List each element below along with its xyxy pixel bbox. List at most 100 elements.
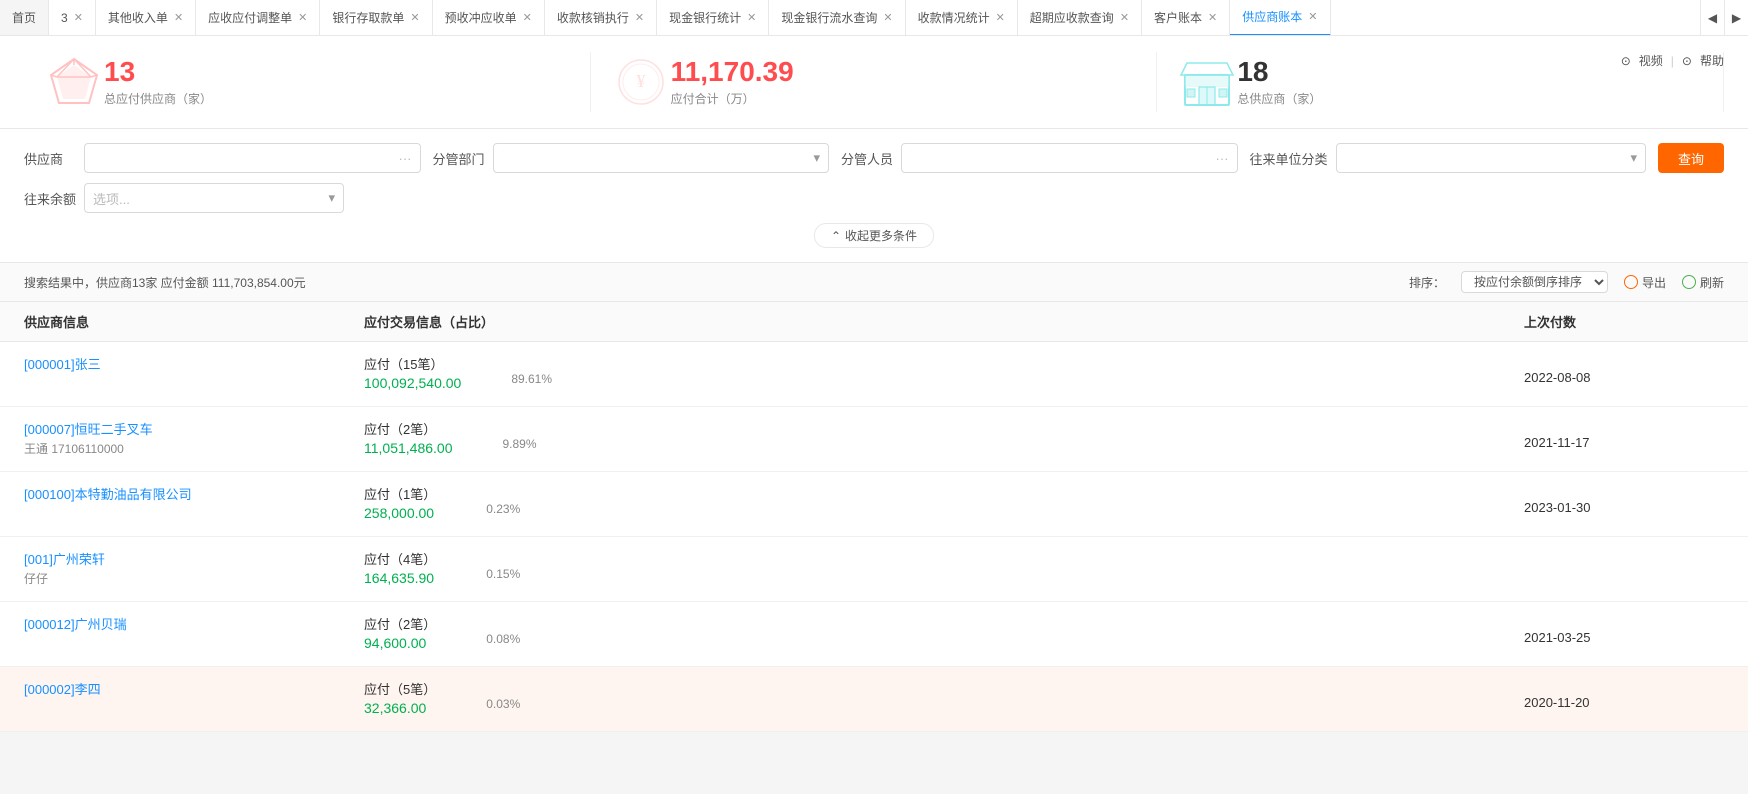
- nav-tab-bank[interactable]: 银行存取款单 ✕: [320, 0, 432, 36]
- nav-tab-adjustment[interactable]: 应收应付调整单 ✕: [196, 0, 320, 36]
- transaction-left-3: 应付（4笔） 164,635.90: [364, 549, 436, 586]
- close-tab-bank[interactable]: ✕: [410, 11, 419, 24]
- supplier-link-0[interactable]: [000001]张三: [24, 357, 101, 372]
- table-section: 供应商信息 应付交易信息（占比） 上次付数 [000001]张三 应付（15笔）…: [0, 302, 1748, 732]
- close-tab-3[interactable]: ✕: [74, 11, 83, 24]
- dept-select[interactable]: ▾: [493, 143, 829, 173]
- collapse-chevron-icon: ⌃: [831, 229, 841, 243]
- lastpay-info-0: 2022-08-08: [1524, 354, 1724, 385]
- help-link[interactable]: 帮助: [1700, 52, 1724, 69]
- search-row-2: 往来余额 选项... ▾: [24, 183, 1724, 213]
- table-row-inner: [000100]本特勤油品有限公司 应付（1笔） 258,000.00 0.23…: [0, 472, 1748, 536]
- transaction-amount-1[interactable]: 11,051,486.00: [364, 440, 453, 456]
- transaction-amount-4[interactable]: 94,600.00: [364, 635, 426, 651]
- person-label: 分管人员: [841, 149, 893, 168]
- transaction-row-2: 258,000.00: [364, 503, 436, 521]
- video-link[interactable]: 视频: [1639, 52, 1663, 69]
- balance-label: 往来余额: [24, 189, 76, 208]
- nav-tab-customer-ledger[interactable]: 客户账本 ✕: [1142, 0, 1230, 36]
- search-field-balance: 往来余额 选项... ▾: [24, 183, 344, 213]
- supplier-input[interactable]: ···: [84, 143, 421, 173]
- close-tab-adjustment[interactable]: ✕: [298, 11, 307, 24]
- table-row: [000001]张三 应付（15笔） 100,092,540.00 89.61%…: [0, 342, 1748, 407]
- transaction-amount-3[interactable]: 164,635.90: [364, 570, 434, 586]
- close-tab-overdue[interactable]: ✕: [1120, 11, 1129, 24]
- transaction-percent-3: 0.15%: [486, 567, 520, 581]
- transaction-left-2: 应付（1笔） 258,000.00: [364, 484, 436, 521]
- supplier-link-2[interactable]: [000100]本特勤油品有限公司: [24, 487, 192, 502]
- close-tab-cash-flow[interactable]: ✕: [883, 11, 892, 24]
- transaction-percent-5: 0.03%: [486, 697, 520, 711]
- close-tab-other-income[interactable]: ✕: [174, 11, 183, 24]
- close-tab-cash-stats[interactable]: ✕: [747, 11, 756, 24]
- supplier-info-2: [000100]本特勤油品有限公司: [24, 484, 364, 503]
- supplier-link-3[interactable]: [001]广州荣轩: [24, 552, 105, 567]
- nav-tab-payment-stats[interactable]: 收款情况统计 ✕: [906, 0, 1018, 36]
- balance-select[interactable]: 选项... ▾: [84, 183, 344, 213]
- table-row-inner: [001]广州荣轩 仔仔 应付（4笔） 164,635.90 0.15%: [0, 537, 1748, 601]
- nav-arrows: ◀ ▶: [1700, 0, 1748, 36]
- nav-tab-cash-flow[interactable]: 现金银行流水查询 ✕: [769, 0, 905, 36]
- transaction-percent-1: 9.89%: [503, 437, 537, 451]
- export-button[interactable]: 导出: [1624, 274, 1666, 291]
- supplier-info-1: [000007]恒旺二手叉车 王通 17106110000: [24, 419, 364, 457]
- result-bar-actions: 排序： 按应付余额倒序排序 导出 刷新: [1409, 271, 1724, 293]
- balance-placeholder: 选项...: [93, 189, 130, 208]
- search-section: 供应商 ··· 分管部门 ▾ 分管人员 ··· 往来单位分类 ▾: [0, 129, 1748, 263]
- top-right-links: ⊙ 视频 | ⊙ 帮助: [1621, 52, 1724, 69]
- refresh-icon: [1682, 275, 1696, 289]
- export-icon: [1624, 275, 1638, 289]
- svg-text:¥: ¥: [636, 71, 645, 91]
- sort-select[interactable]: 按应付余额倒序排序: [1461, 271, 1608, 293]
- person-input[interactable]: ···: [901, 143, 1237, 173]
- table-row-inner: [000012]广州贝瑞 应付（2笔） 94,600.00 0.08% 2021…: [0, 602, 1748, 666]
- category-select[interactable]: ▾: [1336, 143, 1646, 173]
- nav-tab-home[interactable]: 首页: [0, 0, 49, 36]
- supplier-info-3: [001]广州荣轩 仔仔: [24, 549, 364, 587]
- nav-tab-3[interactable]: 3 ✕: [49, 0, 96, 36]
- supplier-sub-3: 仔仔: [24, 570, 364, 587]
- query-button[interactable]: 查询: [1658, 143, 1724, 173]
- supplier-sub-1: 王通 17106110000: [24, 440, 364, 457]
- supplier-label: 供应商: [24, 149, 76, 168]
- dept-label: 分管部门: [433, 149, 485, 168]
- nav-tab-overdue[interactable]: 超期应收款查询 ✕: [1018, 0, 1142, 36]
- nav-prev-arrow[interactable]: ◀: [1700, 0, 1724, 36]
- close-tab-supplier-ledger[interactable]: ✕: [1308, 10, 1317, 23]
- supplier-link-1[interactable]: [000007]恒旺二手叉车: [24, 422, 153, 437]
- nav-tab-other-income[interactable]: 其他收入单 ✕: [96, 0, 196, 36]
- lastpay-info-5: 2020-11-20: [1524, 679, 1724, 710]
- transaction-left-0: 应付（15笔） 100,092,540.00: [364, 354, 461, 391]
- nav-tab-cash-stats[interactable]: 现金银行统计 ✕: [657, 0, 769, 36]
- supplier-link-4[interactable]: [000012]广州贝瑞: [24, 617, 127, 632]
- close-tab-payment-stats[interactable]: ✕: [996, 11, 1005, 24]
- transaction-label-1: 应付（2笔）: [364, 419, 453, 438]
- nav-tab-supplier-ledger[interactable]: 供应商账本 ✕: [1230, 0, 1330, 36]
- table-row-inner: [000001]张三 应付（15笔） 100,092,540.00 89.61%…: [0, 342, 1748, 406]
- table-row: [000007]恒旺二手叉车 王通 17106110000 应付（2笔） 11,…: [0, 407, 1748, 472]
- collapse-button[interactable]: ⌃ 收起更多条件: [814, 223, 934, 248]
- transaction-amount-0[interactable]: 100,092,540.00: [364, 375, 461, 391]
- help-icon: ⊙: [1682, 54, 1692, 68]
- transaction-row-5: 32,366.00: [364, 698, 436, 716]
- transaction-amount-2[interactable]: 258,000.00: [364, 505, 434, 521]
- refresh-button[interactable]: 刷新: [1682, 274, 1724, 291]
- nav-next-arrow[interactable]: ▶: [1724, 0, 1748, 36]
- transaction-info-5: 应付（5笔） 32,366.00 0.03%: [364, 679, 1524, 716]
- transaction-info-4: 应付（2笔） 94,600.00 0.08%: [364, 614, 1524, 651]
- close-tab-prepay[interactable]: ✕: [523, 11, 532, 24]
- dept-chevron-icon: ▾: [813, 150, 820, 166]
- lastpay-info-3: [1524, 549, 1724, 565]
- table-row-inner: [000007]恒旺二手叉车 王通 17106110000 应付（2笔） 11,…: [0, 407, 1748, 471]
- table-header: 供应商信息 应付交易信息（占比） 上次付数: [0, 302, 1748, 342]
- transaction-amount-5[interactable]: 32,366.00: [364, 700, 426, 716]
- supplier-link-5[interactable]: [000002]李四: [24, 682, 101, 697]
- nav-tab-prepay[interactable]: 预收冲应收单 ✕: [433, 0, 545, 36]
- diamond-icon-1: [44, 52, 104, 112]
- close-tab-collection[interactable]: ✕: [635, 11, 644, 24]
- nav-tab-collection[interactable]: 收款核销执行 ✕: [545, 0, 657, 36]
- summary-card-payable-suppliers: 13 总应付供应商（家）: [24, 52, 591, 112]
- sort-label: 排序：: [1409, 274, 1445, 291]
- close-tab-customer-ledger[interactable]: ✕: [1208, 11, 1217, 24]
- transaction-label-4: 应付（2笔）: [364, 614, 436, 633]
